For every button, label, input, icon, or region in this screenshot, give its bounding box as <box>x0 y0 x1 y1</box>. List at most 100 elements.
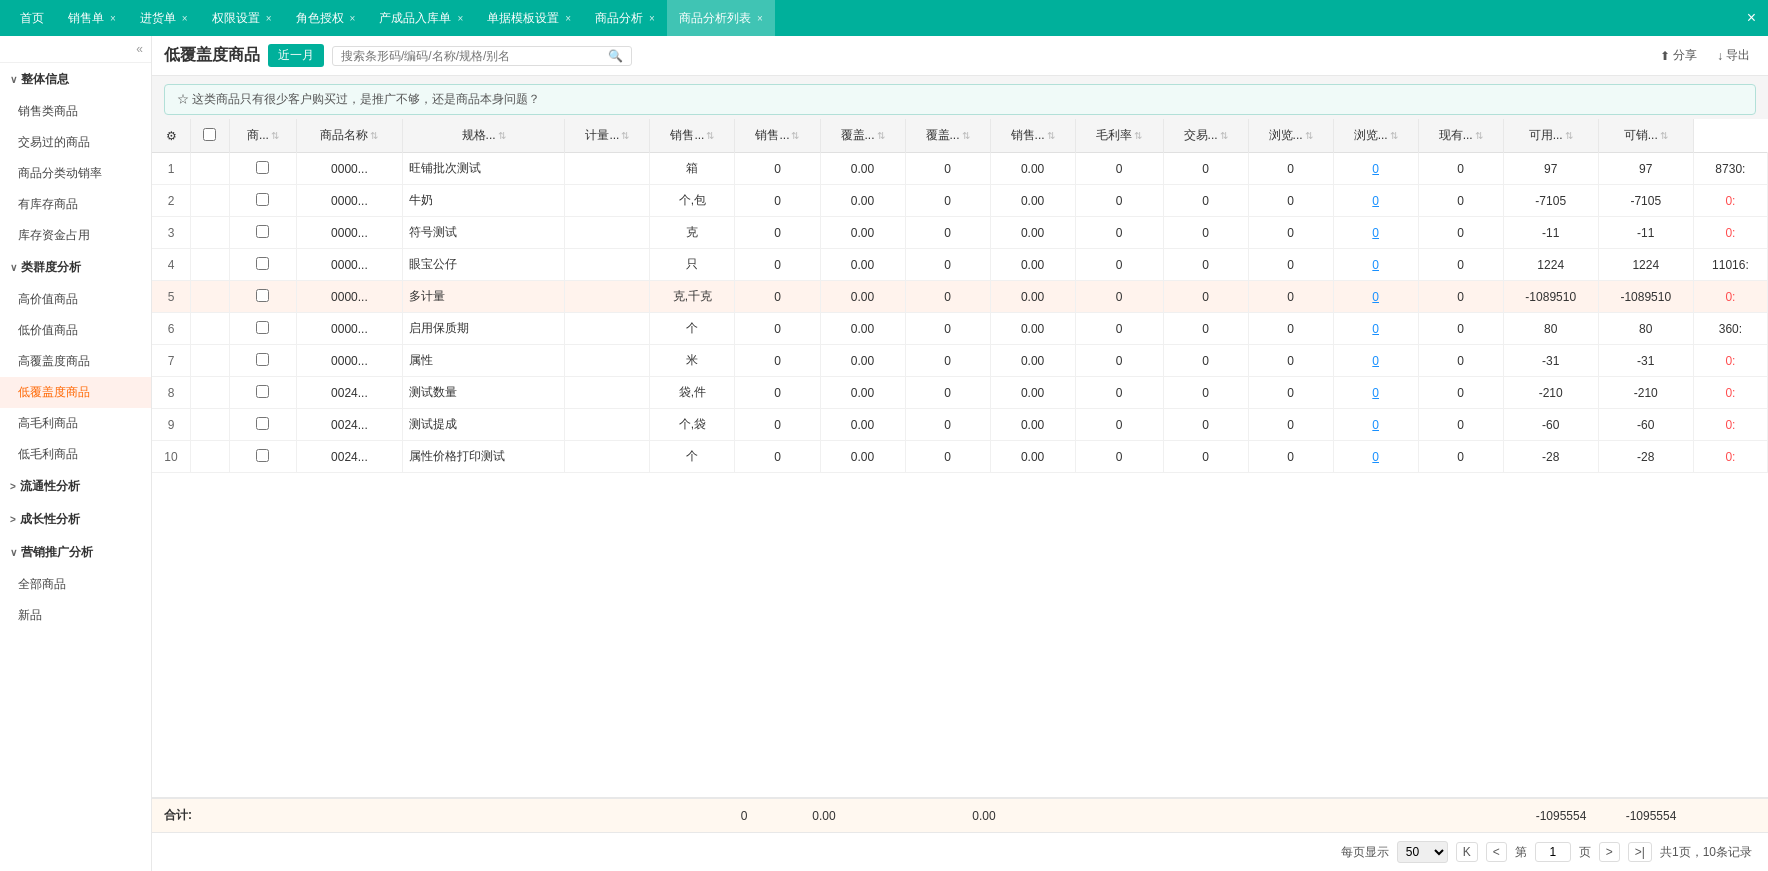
sidebar-section-cluster[interactable]: ∨ 类群度分析 <box>0 251 151 284</box>
settings-column-header[interactable]: ⚙ <box>152 119 191 153</box>
table-cell[interactable] <box>229 313 296 345</box>
tab-role-auth[interactable]: 角色授权 × <box>284 0 368 36</box>
first-page-button[interactable]: K <box>1456 842 1478 862</box>
table-cell[interactable]: 0 <box>1333 409 1418 441</box>
sidebar-item-low-value[interactable]: 低价值商品 <box>0 315 151 346</box>
export-button[interactable]: ↓ 导出 <box>1711 44 1756 67</box>
tab-template-settings[interactable]: 单据模板设置 × <box>475 0 583 36</box>
table-cell[interactable] <box>229 153 296 185</box>
table-cell: 0000... <box>296 281 402 313</box>
close-icon[interactable]: × <box>757 13 763 24</box>
last-page-button[interactable]: >| <box>1628 842 1652 862</box>
page-number-input[interactable] <box>1535 842 1571 862</box>
tab-permission-settings[interactable]: 权限设置 × <box>200 0 284 36</box>
table-cell[interactable] <box>229 185 296 217</box>
per-page-select[interactable]: 20 50 100 <box>1397 841 1448 863</box>
tab-sales-order[interactable]: 销售单 × <box>56 0 128 36</box>
row-checkbox[interactable] <box>256 161 269 174</box>
table-cell[interactable]: 0 <box>1333 153 1418 185</box>
table-cell[interactable] <box>229 217 296 249</box>
close-icon[interactable]: × <box>457 13 463 24</box>
close-all-tabs-button[interactable]: × <box>1743 5 1760 31</box>
close-icon[interactable]: × <box>266 13 272 24</box>
table-cell: 0 <box>1075 409 1163 441</box>
sku-code-column-header: 商...⇅ <box>229 119 296 153</box>
row-checkbox[interactable] <box>256 321 269 334</box>
filter-period-button[interactable]: 近一月 <box>268 44 324 67</box>
search-input[interactable] <box>341 49 608 63</box>
table-cell[interactable]: 0 <box>1333 345 1418 377</box>
table-cell: 0 <box>1075 313 1163 345</box>
table-cell[interactable]: 0 <box>1333 281 1418 313</box>
sidebar-item-low-coverage[interactable]: 低覆盖度商品 <box>0 377 151 408</box>
row-number: 10 <box>152 441 191 473</box>
row-checkbox[interactable] <box>256 417 269 430</box>
table-cell: -7105 <box>1598 185 1693 217</box>
close-icon[interactable]: × <box>350 13 356 24</box>
row-checkbox[interactable] <box>256 385 269 398</box>
prev-page-button[interactable]: < <box>1486 842 1507 862</box>
sidebar-item-high-margin[interactable]: 高毛利商品 <box>0 408 151 439</box>
table-cell: 测试提成 <box>402 409 565 441</box>
pagination: 每页显示 20 50 100 K < 第 页 > >| 共1页，10条记录 <box>152 832 1768 871</box>
sidebar-section-liquidity[interactable]: > 流通性分析 <box>0 470 151 503</box>
close-icon[interactable]: × <box>649 13 655 24</box>
table-cell: 0000... <box>296 153 402 185</box>
row-checkbox[interactable] <box>256 449 269 462</box>
sidebar-section-marketing[interactable]: ∨ 营销推广分析 <box>0 536 151 569</box>
table-cell: 0 <box>1418 249 1503 281</box>
row-checkbox[interactable] <box>256 289 269 302</box>
sidebar-section-overview[interactable]: ∨ 整体信息 <box>0 63 151 96</box>
select-all-checkbox[interactable] <box>203 128 216 141</box>
checkbox-column-header[interactable] <box>191 119 230 153</box>
table-cell[interactable] <box>229 377 296 409</box>
table-cell[interactable] <box>229 441 296 473</box>
table-cell[interactable]: 0 <box>1333 217 1418 249</box>
row-checkbox[interactable] <box>256 257 269 270</box>
tab-product-analysis[interactable]: 商品分析 × <box>583 0 667 36</box>
table-cell[interactable] <box>229 249 296 281</box>
row-checkbox[interactable] <box>256 225 269 238</box>
top-navigation: 首页 销售单 × 进货单 × 权限设置 × 角色授权 × 产成品入库单 × 单据… <box>0 0 1768 36</box>
close-icon[interactable]: × <box>110 13 116 24</box>
sidebar-item-new-goods[interactable]: 新品 <box>0 600 151 631</box>
close-icon[interactable]: × <box>565 13 571 24</box>
sidebar-item-low-margin[interactable]: 低毛利商品 <box>0 439 151 470</box>
table-cell[interactable]: 0 <box>1333 313 1418 345</box>
sidebar-item-high-value[interactable]: 高价值商品 <box>0 284 151 315</box>
search-icon[interactable]: 🔍 <box>608 49 623 63</box>
trade-column-header: 交易...⇅ <box>1163 119 1248 153</box>
sidebar-item-all-goods[interactable]: 全部商品 <box>0 569 151 600</box>
sidebar-item-traded-goods[interactable]: 交易过的商品 <box>0 127 151 158</box>
sidebar-item-capital[interactable]: 库存资金占用 <box>0 220 151 251</box>
info-banner: ☆ 这类商品只有很少客户购买过，是推广不够，还是商品本身问题？ <box>164 84 1756 115</box>
tab-home[interactable]: 首页 <box>8 0 56 36</box>
sidebar-item-in-stock[interactable]: 有库存商品 <box>0 189 151 220</box>
share-button[interactable]: ⬆ 分享 <box>1654 44 1703 67</box>
sidebar-collapse-button[interactable]: « <box>0 36 151 63</box>
sidebar-item-sales-goods[interactable]: 销售类商品 <box>0 96 151 127</box>
sidebar-item-high-coverage[interactable]: 高覆盖度商品 <box>0 346 151 377</box>
sidebar-item-category-rate[interactable]: 商品分类动销率 <box>0 158 151 189</box>
table-cell[interactable]: 0 <box>1333 377 1418 409</box>
table-cell[interactable] <box>229 345 296 377</box>
table-cell[interactable] <box>229 281 296 313</box>
totals-row: 合计: 0 0.00 0.00 -1095554 -1095554 <box>152 797 1768 832</box>
next-page-button[interactable]: > <box>1599 842 1620 862</box>
table-cell: 0 <box>1163 377 1248 409</box>
close-icon[interactable]: × <box>182 13 188 24</box>
table-cell[interactable] <box>229 409 296 441</box>
table-cell[interactable]: 0 <box>1333 185 1418 217</box>
table-cell: 测试数量 <box>402 377 565 409</box>
table-cell: 0 <box>905 217 990 249</box>
table-cell: 0 <box>1418 153 1503 185</box>
row-checkbox[interactable] <box>256 193 269 206</box>
row-checkbox[interactable] <box>256 353 269 366</box>
sidebar-section-growth[interactable]: > 成长性分析 <box>0 503 151 536</box>
table-cell[interactable]: 0 <box>1333 441 1418 473</box>
table-cell: 0 <box>905 441 990 473</box>
table-cell[interactable]: 0 <box>1333 249 1418 281</box>
tab-purchase-order[interactable]: 进货单 × <box>128 0 200 36</box>
tab-product-analysis-list[interactable]: 商品分析列表 × <box>667 0 775 36</box>
tab-finished-goods[interactable]: 产成品入库单 × <box>367 0 475 36</box>
